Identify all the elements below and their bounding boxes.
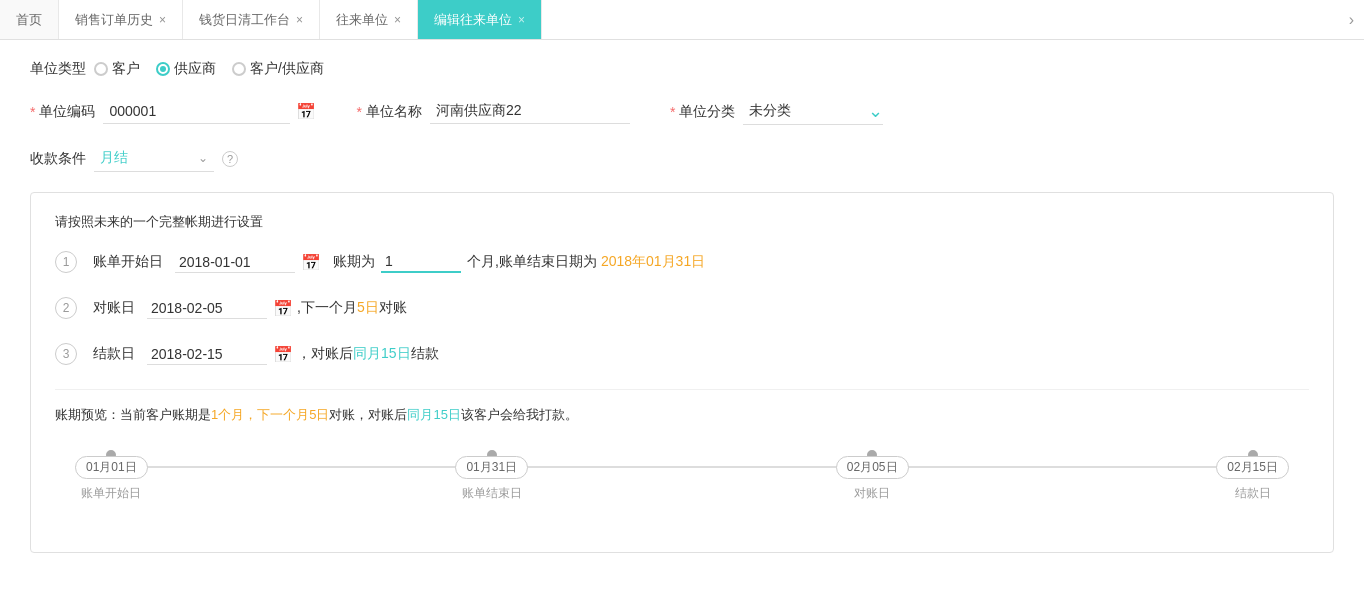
step-3-cal[interactable]: 📅 [273, 345, 293, 364]
node-label-3: 对账日 [854, 485, 890, 502]
tab-sales-history[interactable]: 销售订单历史 × [59, 0, 183, 39]
timeline-line [75, 466, 1289, 468]
tab-edit-partner[interactable]: 编辑往来单位 × [418, 0, 542, 39]
step-2-suffix-pre: ,下一个月 [297, 299, 357, 317]
unit-class-select[interactable]: 未分类 ⌄ [743, 98, 883, 125]
step-1-date[interactable] [175, 252, 295, 273]
timeline-container: 01月01日 账单开始日 01月31日 账单结束日 02月05日 对账日 [75, 450, 1289, 502]
unit-class-group: * 单位分类 未分类 ⌄ [670, 98, 883, 125]
unit-code-required: * [30, 104, 35, 120]
preview-p1: 1个月， [211, 407, 257, 422]
timeline-node-1: 01月01日 账单开始日 [75, 450, 148, 502]
unit-code-icon[interactable]: 📅 [296, 102, 316, 121]
step-3-date[interactable] [147, 344, 267, 365]
step-3-num: 3 [55, 343, 77, 365]
unit-code-group: * 单位编码 📅 [30, 99, 316, 124]
node-badge-4: 02月15日 [1216, 456, 1289, 479]
tab-close-sales[interactable]: × [159, 13, 166, 27]
tab-close-edit-partner[interactable]: × [518, 13, 525, 27]
unit-info-row: * 单位编码 📅 * 单位名称 * 单位分类 未分类 ⌄ [30, 98, 1334, 125]
tab-cash-work[interactable]: 钱货日清工作台 × [183, 0, 320, 39]
step-1-period-unit: 个月,账单结束日期为 [467, 253, 597, 271]
unit-class-value: 未分类 [743, 98, 868, 124]
payment-select[interactable]: 月结 ⌄ [94, 145, 214, 172]
step-3-highlight: 同月15日 [353, 345, 411, 363]
unit-name-required: * [356, 104, 361, 120]
preview-p2: 下一个月5日 [257, 407, 329, 422]
timeline-node-2: 01月31日 账单结束日 [455, 450, 528, 502]
preview-p5: 该客户会给我打款。 [461, 407, 578, 422]
node-label-2: 账单结束日 [462, 485, 522, 502]
tab-scroll-right[interactable]: › [1339, 11, 1364, 29]
step-3-suffix-pre: ，对账后 [297, 345, 353, 363]
step-1-end-date: 2018年01月31日 [601, 253, 705, 271]
payment-value: 月结 [100, 149, 192, 167]
step-2-label: 对账日 [93, 299, 135, 317]
tab-close-partner[interactable]: × [394, 13, 401, 27]
step-1-label: 账单开始日 [93, 253, 163, 271]
payment-arrow: ⌄ [198, 151, 208, 165]
payment-group: 收款条件 月结 ⌄ ? [30, 145, 238, 172]
node-label-4: 结款日 [1235, 485, 1271, 502]
step-1-period-label: 账期为 [333, 253, 375, 271]
unit-code-input[interactable] [103, 99, 290, 124]
radio-supplier-circle [156, 62, 170, 76]
node-label-1: 账单开始日 [81, 485, 141, 502]
step-2-cal[interactable]: 📅 [273, 299, 293, 318]
node-badge-3: 02月05日 [836, 456, 909, 479]
radio-both-label: 客户/供应商 [250, 60, 324, 78]
radio-customer-circle [94, 62, 108, 76]
tab-partner[interactable]: 往来单位 × [320, 0, 418, 39]
unit-type-row: 单位类型 客户 供应商 客户/供应商 [30, 60, 1334, 78]
step-1-num: 1 [55, 251, 77, 273]
unit-code-label: 单位编码 [39, 103, 95, 121]
step-3-suffix-post: 结款 [411, 345, 439, 363]
unit-class-arrow[interactable]: ⌄ [868, 100, 883, 122]
preview-section: 账期预览：当前客户账期是1个月，下一个月5日对账，对账后同月15日该客户会给我打… [55, 389, 1309, 424]
timeline-node-4: 02月15日 结款日 [1216, 450, 1289, 502]
step-2-suffix-post: 对账 [379, 299, 407, 317]
step-3-label: 结款日 [93, 345, 135, 363]
unit-class-required: * [670, 104, 675, 120]
step-2-num: 2 [55, 297, 77, 319]
unit-name-label: 单位名称 [366, 103, 422, 121]
preview-p4: 同月15日 [407, 407, 460, 422]
timeline-section: 01月01日 账单开始日 01月31日 账单结束日 02月05日 对账日 [55, 440, 1309, 532]
step-1-period-input[interactable] [381, 251, 461, 273]
node-badge-1: 01月01日 [75, 456, 148, 479]
step-3-row: 3 结款日 📅 ，对账后同月15日结款 [55, 343, 1309, 365]
radio-customer-label: 客户 [112, 60, 140, 78]
step-2-date[interactable] [147, 298, 267, 319]
panel-title: 请按照未来的一个完整帐期进行设置 [55, 213, 1309, 231]
radio-customer[interactable]: 客户 [94, 60, 140, 78]
step-2-row: 2 对账日 📅 ,下一个月5日对账 [55, 297, 1309, 319]
timeline-node-3: 02月05日 对账日 [836, 450, 909, 502]
step-1-cal[interactable]: 📅 [301, 253, 321, 272]
tabs-bar: 首页 销售订单历史 × 钱货日清工作台 × 往来单位 × 编辑往来单位 × › [0, 0, 1364, 40]
unit-type-group: 单位类型 客户 供应商 客户/供应商 [30, 60, 340, 78]
payment-help[interactable]: ? [222, 151, 238, 167]
main-content: 单位类型 客户 供应商 客户/供应商 * 单位编码 [0, 40, 1364, 608]
radio-both[interactable]: 客户/供应商 [232, 60, 324, 78]
tab-close-cash[interactable]: × [296, 13, 303, 27]
tab-home[interactable]: 首页 [0, 0, 59, 39]
period-panel: 请按照未来的一个完整帐期进行设置 1 账单开始日 📅 账期为 个月,账单结束日期… [30, 192, 1334, 553]
radio-supplier-label: 供应商 [174, 60, 216, 78]
preview-label: 账期预览：当前客户账期是 [55, 407, 211, 422]
unit-type-label: 单位类型 [30, 60, 86, 78]
unit-class-label: 单位分类 [679, 103, 735, 121]
preview-p3: 对账，对账后 [329, 407, 407, 422]
unit-type-radios: 客户 供应商 客户/供应商 [94, 60, 340, 78]
radio-supplier[interactable]: 供应商 [156, 60, 216, 78]
radio-both-circle [232, 62, 246, 76]
payment-row: 收款条件 月结 ⌄ ? [30, 145, 1334, 172]
step-1-row: 1 账单开始日 📅 账期为 个月,账单结束日期为 2018年01月31日 [55, 251, 1309, 273]
unit-name-input[interactable] [430, 99, 630, 124]
payment-label: 收款条件 [30, 150, 86, 168]
node-badge-2: 01月31日 [455, 456, 528, 479]
step-2-highlight: 5日 [357, 299, 379, 317]
unit-name-group: * 单位名称 [356, 99, 629, 124]
